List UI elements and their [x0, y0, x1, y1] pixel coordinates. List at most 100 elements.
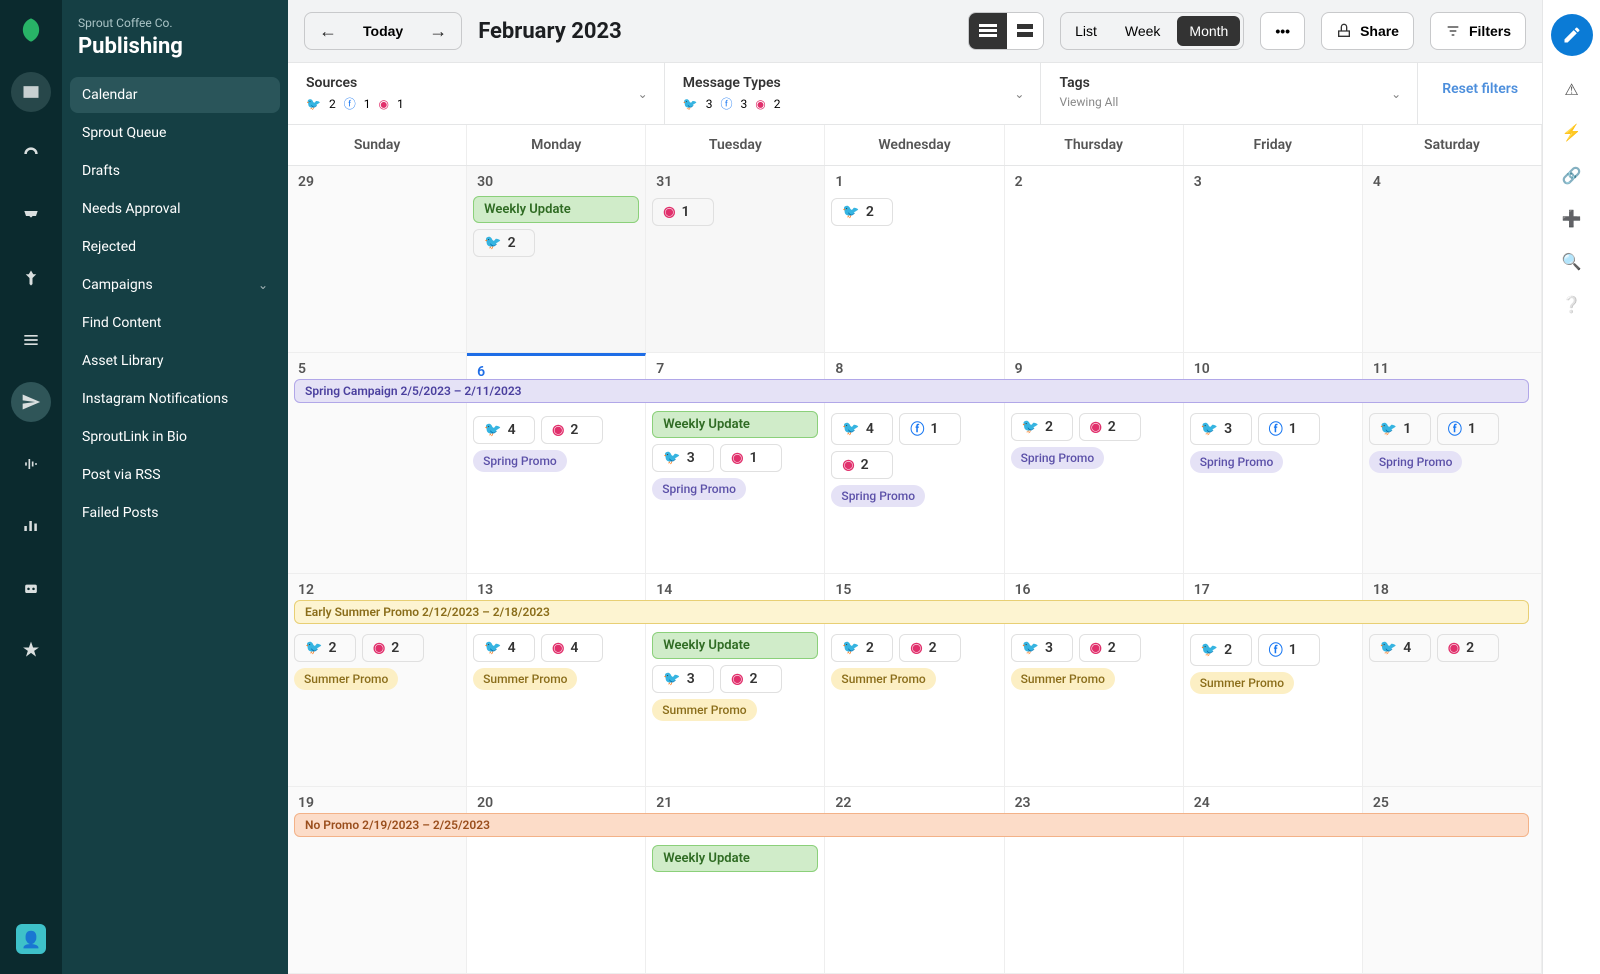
campaign-banner[interactable]: Early Summer Promo 2/12/2023 – 2/18/2023 — [294, 600, 1529, 624]
rail-bot-icon[interactable] — [11, 568, 51, 608]
view-week[interactable]: Week — [1111, 13, 1175, 49]
promo-tag[interactable]: Summer Promo — [1190, 672, 1294, 694]
filters-button[interactable]: Filters — [1430, 12, 1526, 50]
promo-tag[interactable]: Spring Promo — [831, 485, 925, 507]
day-cell[interactable]: 12Early Summer Promo 2/12/2023 – 2/18/20… — [288, 574, 467, 787]
filter-sources[interactable]: Sources 🐦2 ⓕ1 ◉1 ⌄ — [288, 63, 665, 124]
post-count-pill[interactable]: 🐦3 — [652, 444, 714, 472]
share-button[interactable]: Share — [1321, 12, 1414, 50]
day-cell[interactable]: 4 — [1363, 166, 1542, 353]
post-count-pill[interactable]: 🐦4 — [1369, 634, 1431, 662]
post-count-pill[interactable]: 🐦4 — [831, 413, 893, 445]
rail-pin-icon[interactable] — [11, 258, 51, 298]
weekly-update-tag[interactable]: Weekly Update — [652, 845, 818, 872]
rail-publishing-icon[interactable] — [11, 72, 51, 112]
spark-icon[interactable]: ⚡ — [1562, 123, 1582, 142]
post-count-pill[interactable]: 🐦1 — [1369, 413, 1431, 445]
post-count-pill[interactable]: 🐦2 — [1011, 413, 1073, 441]
next-button[interactable]: → — [415, 13, 461, 49]
campaign-banner[interactable]: Spring Campaign 2/5/2023 – 2/11/2023 — [294, 379, 1529, 403]
weekly-update-tag[interactable]: Weekly Update — [652, 632, 818, 659]
post-count-pill[interactable]: ◉2 — [362, 634, 424, 662]
campaign-banner[interactable]: No Promo 2/19/2023 – 2/25/2023 — [294, 813, 1529, 837]
rail-list-icon[interactable] — [11, 320, 51, 360]
post-count-pill[interactable]: ◉2 — [720, 665, 782, 693]
post-count-pill[interactable]: ◉2 — [1079, 413, 1141, 441]
promo-tag[interactable]: Spring Promo — [1369, 451, 1463, 473]
promo-tag[interactable]: Spring Promo — [473, 450, 567, 472]
filter-message-types[interactable]: Message Types 🐦3 ⓕ3 ◉2 ⌄ — [665, 63, 1042, 124]
weekly-update-tag[interactable]: Weekly Update — [473, 196, 639, 223]
sidebar-item-asset-library[interactable]: Asset Library — [70, 343, 280, 379]
post-count-pill[interactable]: 🐦3 — [1011, 634, 1073, 662]
sidebar-item-campaigns[interactable]: Campaigns⌄ — [70, 267, 280, 303]
post-count-pill[interactable]: ⓕ1 — [1258, 634, 1320, 666]
post-count-pill[interactable]: ⓕ1 — [1437, 413, 1499, 445]
rail-star-icon[interactable] — [11, 630, 51, 670]
search-icon[interactable]: 🔍 — [1562, 252, 1582, 271]
logo-icon[interactable] — [11, 10, 51, 50]
reset-filters[interactable]: Reset filters — [1418, 63, 1542, 124]
post-count-pill[interactable]: 🐦2 — [831, 634, 893, 662]
day-cell[interactable]: 19No Promo 2/19/2023 – 2/25/2023 — [288, 787, 467, 974]
post-count-pill[interactable]: 🐦3 — [1190, 413, 1252, 445]
promo-tag[interactable]: Summer Promo — [652, 699, 756, 721]
post-count-pill[interactable]: 🐦4 — [473, 634, 535, 662]
day-cell[interactable]: 31◉1 — [646, 166, 825, 353]
day-cell[interactable]: 2 — [1005, 166, 1184, 353]
view-list[interactable]: List — [1061, 13, 1111, 49]
link-icon[interactable]: 🔗 — [1562, 166, 1582, 185]
weekly-update-tag[interactable]: Weekly Update — [652, 411, 818, 438]
promo-tag[interactable]: Summer Promo — [294, 668, 398, 690]
add-icon[interactable]: ➕ — [1562, 209, 1582, 228]
post-count-pill[interactable]: 🐦4 — [473, 416, 535, 444]
promo-tag[interactable]: Spring Promo — [1011, 447, 1105, 469]
rail-analytics-icon[interactable] — [11, 506, 51, 546]
post-count-pill[interactable]: 🐦2 — [473, 229, 535, 257]
post-count-pill[interactable]: ◉1 — [652, 198, 714, 226]
post-count-pill[interactable]: ◉2 — [1079, 634, 1141, 662]
post-count-pill[interactable]: ◉2 — [541, 416, 603, 444]
post-count-pill[interactable]: ⓕ1 — [1258, 413, 1320, 445]
promo-tag[interactable]: Summer Promo — [1011, 668, 1115, 690]
user-avatar[interactable]: 👤 — [16, 924, 46, 954]
compose-button[interactable] — [1551, 14, 1593, 56]
sidebar-item-needs-approval[interactable]: Needs Approval — [70, 191, 280, 227]
sidebar-item-sproutlink-in-bio[interactable]: SproutLink in Bio — [70, 419, 280, 455]
filter-tags[interactable]: Tags Viewing All ⌄ — [1041, 63, 1418, 124]
post-count-pill[interactable]: ◉2 — [899, 634, 961, 662]
rail-inbox-icon[interactable] — [11, 196, 51, 236]
post-count-pill[interactable]: ◉4 — [541, 634, 603, 662]
post-count-pill[interactable]: 🐦2 — [1190, 634, 1252, 666]
rail-send-icon[interactable] — [11, 382, 51, 422]
prev-button[interactable]: ← — [305, 13, 351, 49]
rail-audio-icon[interactable] — [11, 444, 51, 484]
rail-dashboard-icon[interactable] — [11, 134, 51, 174]
day-cell[interactable]: 30Weekly Update🐦2 — [467, 166, 646, 353]
day-cell[interactable]: 1🐦2 — [825, 166, 1004, 353]
post-count-pill[interactable]: ◉1 — [720, 444, 782, 472]
post-count-pill[interactable]: ◉2 — [1437, 634, 1499, 662]
sidebar-item-find-content[interactable]: Find Content — [70, 305, 280, 341]
post-count-pill[interactable]: ⓕ1 — [899, 413, 961, 445]
sidebar-item-rejected[interactable]: Rejected — [70, 229, 280, 265]
post-count-pill[interactable]: 🐦2 — [294, 634, 356, 662]
sidebar-item-instagram-notifications[interactable]: Instagram Notifications — [70, 381, 280, 417]
help-icon[interactable]: ❔ — [1562, 295, 1582, 314]
post-count-pill[interactable]: 🐦3 — [652, 665, 714, 693]
promo-tag[interactable]: Summer Promo — [831, 668, 935, 690]
more-button[interactable]: ••• — [1260, 12, 1305, 50]
promo-tag[interactable]: Spring Promo — [1190, 451, 1284, 473]
post-count-pill[interactable]: ◉2 — [831, 451, 893, 479]
alert-icon[interactable]: ⚠ — [1564, 80, 1578, 99]
sidebar-item-failed-posts[interactable]: Failed Posts — [70, 495, 280, 531]
promo-tag[interactable]: Spring Promo — [652, 478, 746, 500]
day-cell[interactable]: 29 — [288, 166, 467, 353]
sidebar-item-post-via-rss[interactable]: Post via RSS — [70, 457, 280, 493]
sidebar-item-sprout-queue[interactable]: Sprout Queue — [70, 115, 280, 151]
day-cell[interactable]: 3 — [1184, 166, 1363, 353]
view-month[interactable]: Month — [1177, 16, 1240, 46]
day-cell[interactable]: 5Spring Campaign 2/5/2023 – 2/11/2023 — [288, 353, 467, 573]
today-button[interactable]: Today — [351, 13, 415, 49]
sidebar-item-drafts[interactable]: Drafts — [70, 153, 280, 189]
